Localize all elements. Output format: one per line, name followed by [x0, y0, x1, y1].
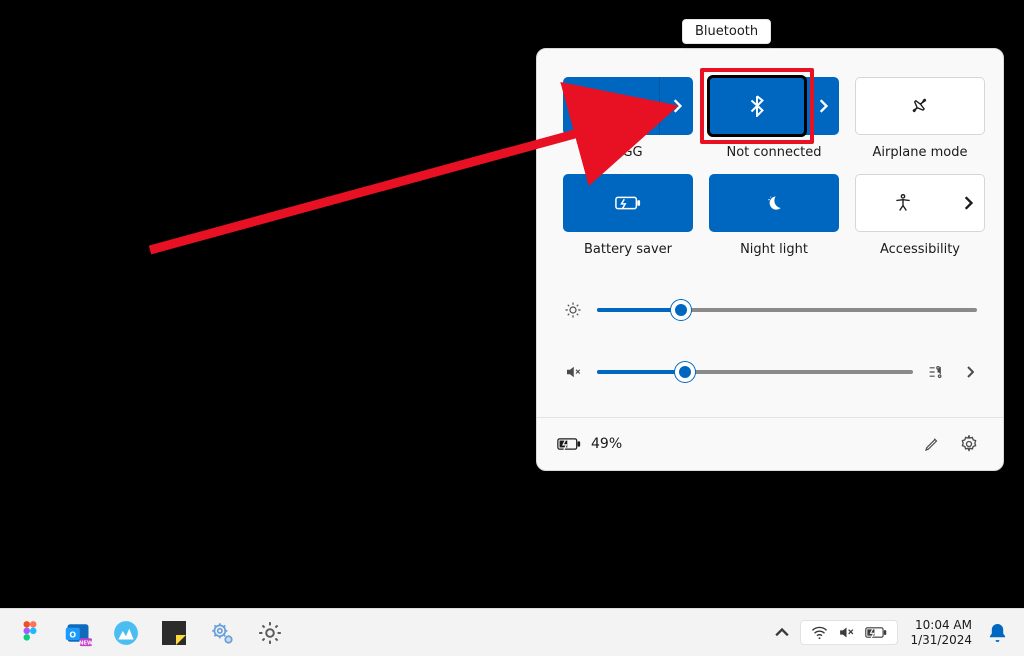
battery-saver-label: Battery saver [584, 242, 672, 257]
airplane-icon [910, 96, 930, 116]
tray-wifi-icon [811, 625, 828, 640]
battery-saver-icon [615, 194, 641, 212]
accessibility-expand-button[interactable] [950, 175, 984, 231]
taskbar-clock[interactable]: 10:04 AM 1/31/2024 [904, 618, 978, 648]
bluetooth-expand-button[interactable] [805, 77, 839, 135]
airplane-tile[interactable] [855, 77, 985, 135]
taskbar-app-services[interactable] [206, 617, 238, 649]
tray-overflow-button[interactable] [770, 628, 794, 638]
bluetooth-tile-wrap: Not connected [709, 77, 839, 160]
airplane-tile-wrap: Airplane mode [855, 77, 985, 160]
battery-saver-tile[interactable] [563, 174, 693, 232]
night-light-icon [764, 193, 784, 213]
tray-battery-icon [865, 626, 887, 639]
taskbar-date: 1/31/2024 [910, 633, 972, 648]
notifications-button[interactable] [984, 622, 1010, 643]
battery-saver-tile-wrap: Battery saver [563, 174, 693, 257]
brightness-icon [563, 301, 583, 319]
wifi-tile[interactable] [563, 77, 693, 135]
taskbar-time: 10:04 AM [910, 618, 972, 633]
accessibility-tile[interactable] [855, 174, 985, 232]
bluetooth-icon [709, 77, 805, 135]
taskbar-system-tray-area: 10:04 AM 1/31/2024 [770, 618, 1024, 648]
taskbar-app-sticky-notes[interactable] [158, 617, 190, 649]
wifi-label: RGG [613, 145, 642, 160]
wifi-expand-button[interactable] [659, 77, 693, 135]
bluetooth-label: Not connected [727, 145, 822, 160]
accessibility-icon [856, 175, 950, 231]
settings-button[interactable] [955, 430, 983, 458]
svg-text:NEW: NEW [79, 640, 92, 646]
accessibility-label: Accessibility [880, 242, 960, 257]
tray-volume-mute-icon [838, 625, 855, 640]
panel-footer: 49% [537, 417, 1003, 470]
bluetooth-tooltip: Bluetooth [682, 19, 771, 44]
bluetooth-tile[interactable] [709, 77, 839, 135]
quick-tiles-grid: RGG Not connected [563, 77, 977, 257]
night-light-tile-wrap: Night light [709, 174, 839, 257]
night-light-tile[interactable] [709, 174, 839, 232]
wifi-tile-wrap: RGG [563, 77, 693, 160]
accessibility-tile-wrap: Accessibility [855, 174, 985, 257]
edit-button[interactable] [919, 431, 945, 457]
taskbar: ONEW 10:04 [0, 608, 1024, 656]
battery-status-icon[interactable] [557, 436, 581, 452]
brightness-row [563, 301, 977, 319]
audio-output-chevron-icon[interactable] [963, 366, 977, 378]
taskbar-app-settings[interactable] [254, 617, 286, 649]
taskbar-app-outlook[interactable]: ONEW [62, 617, 94, 649]
audio-output-icon[interactable] [927, 364, 949, 380]
system-tray[interactable] [800, 620, 898, 645]
sliders-section [563, 301, 977, 381]
taskbar-app-figma[interactable] [14, 617, 46, 649]
volume-slider[interactable] [597, 370, 913, 374]
brightness-slider[interactable] [597, 308, 977, 312]
night-light-label: Night light [740, 242, 808, 257]
battery-percent: 49% [591, 436, 622, 452]
volume-mute-icon[interactable] [563, 363, 583, 381]
svg-text:O: O [69, 630, 76, 639]
taskbar-app-nordvpn[interactable] [110, 617, 142, 649]
volume-row [563, 363, 977, 381]
airplane-label: Airplane mode [873, 145, 968, 160]
wifi-icon [563, 77, 659, 135]
taskbar-pinned: ONEW [0, 617, 286, 649]
quick-settings-panel: Bluetooth RGG [536, 48, 1004, 471]
